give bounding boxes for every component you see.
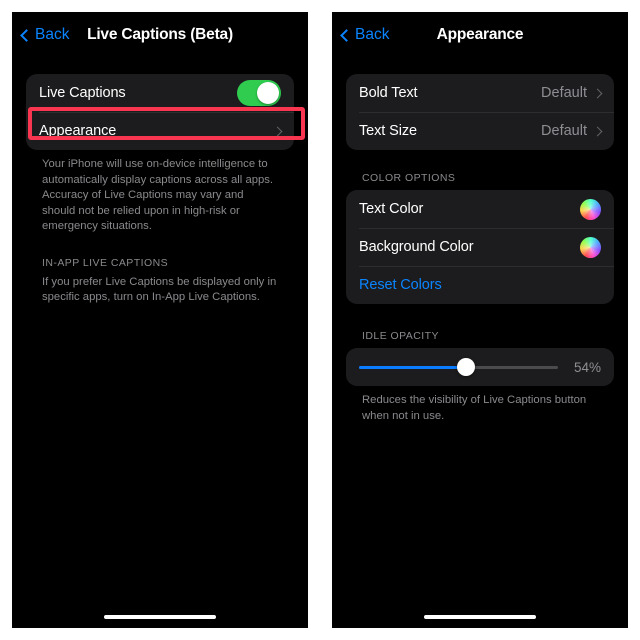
section-header-color-options: COLOR OPTIONS [362,172,456,184]
chevron-left-icon [340,28,353,42]
row-bold-text-value: Default [541,85,587,101]
row-live-captions-label: Live Captions [39,85,126,101]
row-reset-colors[interactable]: Reset Colors [346,266,614,304]
row-background-color[interactable]: Background Color [346,228,614,266]
left-content: Live Captions Appearance Your iPhone wil… [12,58,308,306]
idle-opacity-slider[interactable] [359,358,558,376]
section-header-idle-opacity: IDLE OPACITY [362,330,439,342]
idle-opacity-description: Reduces the visibility of Live Captions … [362,394,587,422]
row-bold-text[interactable]: Bold Text Default [346,74,614,112]
text-options-group: Bold Text Default Text Size Default [346,74,614,150]
chevron-right-icon [272,126,283,136]
back-button-label: Back [35,26,70,43]
screenshot-stage: Back Live Captions (Beta) Live Captions … [0,0,640,640]
page-title-left: Live Captions (Beta) [87,26,233,43]
color-wheel-icon[interactable] [580,236,601,258]
idle-opacity-slider-group: 54% [346,348,614,386]
slider-fill [359,365,467,369]
live-captions-toggle[interactable] [237,80,281,106]
toggle-knob [257,82,279,104]
back-button-label: Back [355,26,390,43]
row-appearance-label: Appearance [39,123,117,139]
page-title-right: Appearance [436,26,524,43]
back-button-right[interactable]: Back [340,26,390,44]
right-navbar: Back Appearance [332,12,628,58]
right-phone-panel: Back Appearance Bold Text Default Text S… [332,12,628,628]
reset-colors-button[interactable]: Reset Colors [359,277,442,293]
left-navbar: Back Live Captions (Beta) [12,12,308,58]
row-live-captions[interactable]: Live Captions [26,74,294,112]
color-options-group: Text Color Background Color Reset Colors [346,190,614,304]
row-bold-text-label: Bold Text [359,85,418,101]
home-indicator-right [424,615,536,619]
row-bold-text-right: Default [541,85,603,101]
live-captions-description: Your iPhone will use on-device intellige… [42,158,274,233]
left-phone-panel: Back Live Captions (Beta) Live Captions … [12,12,308,628]
row-text-size-label: Text Size [359,123,417,139]
idle-opacity-value: 54% [573,359,601,375]
row-text-color-label: Text Color [359,201,424,217]
chevron-right-icon [592,88,603,98]
home-indicator-left [104,615,216,619]
row-appearance[interactable]: Appearance [26,112,294,150]
chevron-right-icon [592,126,603,136]
row-text-size-right: Default [541,123,603,139]
back-button-left[interactable]: Back [20,26,70,44]
live-captions-group: Live Captions Appearance [26,74,294,150]
row-background-color-label: Background Color [359,239,474,255]
in-app-live-captions-description: If you prefer Live Captions be displayed… [42,275,277,304]
right-content: Bold Text Default Text Size Default COLO… [332,58,628,424]
slider-thumb[interactable] [457,358,476,376]
color-wheel-icon[interactable] [580,198,601,220]
row-text-size[interactable]: Text Size Default [346,112,614,150]
row-text-size-value: Default [541,123,587,139]
row-text-color[interactable]: Text Color [346,190,614,228]
section-header-in-app-live-captions: IN-APP LIVE CAPTIONS [42,256,169,269]
row-appearance-right [272,126,283,136]
chevron-left-icon [20,28,33,42]
